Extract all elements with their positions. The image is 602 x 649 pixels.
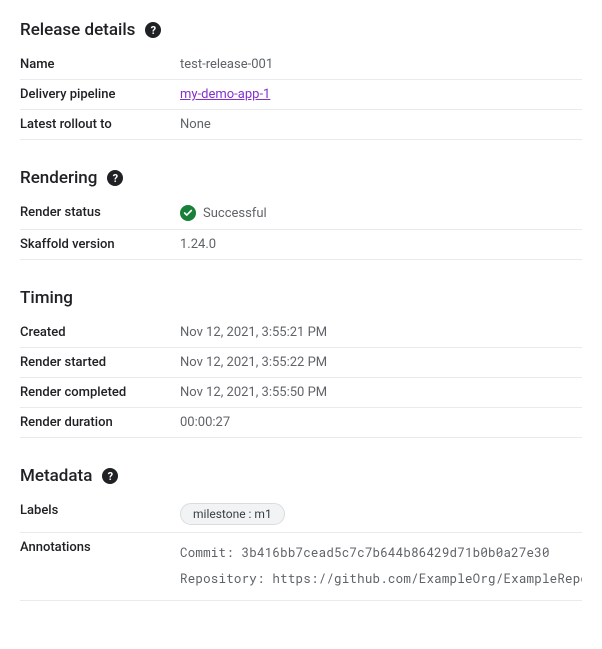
help-icon[interactable]: ?	[145, 22, 161, 38]
created-row: Created Nov 12, 2021, 3:55:21 PM	[20, 318, 582, 348]
latest-rollout-row: Latest rollout to None	[20, 110, 582, 140]
metadata-title: Metadata	[20, 466, 92, 486]
metadata-header: Metadata ?	[20, 466, 582, 486]
timing-section: Timing Created Nov 12, 2021, 3:55:21 PM …	[20, 288, 582, 438]
rendering-section: Rendering ? Render status Successful Ska…	[20, 168, 582, 260]
pipeline-row: Delivery pipeline my-demo-app-1	[20, 80, 582, 110]
render-duration-label: Render duration	[20, 415, 180, 430]
label-chip[interactable]: milestone : m1	[180, 503, 285, 525]
timing-title: Timing	[20, 288, 73, 308]
render-started-label: Render started	[20, 355, 180, 370]
render-duration-row: Render duration 00:00:27	[20, 408, 582, 438]
annotations-row: Annotations Commit: 3b416bb7cead5c7c7b64…	[20, 533, 582, 601]
release-details-section: Release details ? Name test-release-001 …	[20, 20, 582, 140]
check-circle-icon	[180, 205, 196, 221]
rendering-title: Rendering	[20, 168, 97, 188]
annotations-label: Annotations	[20, 540, 180, 593]
render-completed-label: Render completed	[20, 385, 180, 400]
created-value: Nov 12, 2021, 3:55:21 PM	[180, 325, 582, 340]
annotation-repository: Repository: https://github.com/ExampleOr…	[180, 566, 582, 592]
release-details-header: Release details ?	[20, 20, 582, 40]
name-value: test-release-001	[180, 57, 582, 72]
render-duration-value: 00:00:27	[180, 415, 582, 430]
metadata-section: Metadata ? Labels milestone : m1 Annotat…	[20, 466, 582, 601]
latest-rollout-label: Latest rollout to	[20, 117, 180, 132]
render-completed-value: Nov 12, 2021, 3:55:50 PM	[180, 385, 582, 400]
labels-row: Labels milestone : m1	[20, 496, 582, 533]
labels-label: Labels	[20, 503, 180, 525]
render-status-row: Render status Successful	[20, 198, 582, 230]
skaffold-row: Skaffold version 1.24.0	[20, 230, 582, 260]
render-status-value: Successful	[180, 205, 267, 221]
release-details-title: Release details	[20, 20, 135, 40]
render-started-value: Nov 12, 2021, 3:55:22 PM	[180, 355, 582, 370]
name-label: Name	[20, 57, 180, 72]
annotations-value: Commit: 3b416bb7cead5c7c7b644b86429d71b0…	[180, 540, 582, 593]
render-status-label: Render status	[20, 205, 180, 222]
latest-rollout-value: None	[180, 117, 582, 132]
created-label: Created	[20, 325, 180, 340]
rendering-header: Rendering ?	[20, 168, 582, 188]
name-row: Name test-release-001	[20, 50, 582, 80]
pipeline-label: Delivery pipeline	[20, 87, 180, 102]
timing-header: Timing	[20, 288, 582, 308]
pipeline-link[interactable]: my-demo-app-1	[180, 87, 270, 102]
skaffold-value: 1.24.0	[180, 237, 582, 252]
help-icon[interactable]: ?	[102, 468, 118, 484]
skaffold-label: Skaffold version	[20, 237, 180, 252]
annotation-commit: Commit: 3b416bb7cead5c7c7b644b86429d71b0…	[180, 540, 582, 566]
render-status-text: Successful	[203, 206, 267, 221]
render-started-row: Render started Nov 12, 2021, 3:55:22 PM	[20, 348, 582, 378]
render-completed-row: Render completed Nov 12, 2021, 3:55:50 P…	[20, 378, 582, 408]
help-icon[interactable]: ?	[107, 170, 123, 186]
